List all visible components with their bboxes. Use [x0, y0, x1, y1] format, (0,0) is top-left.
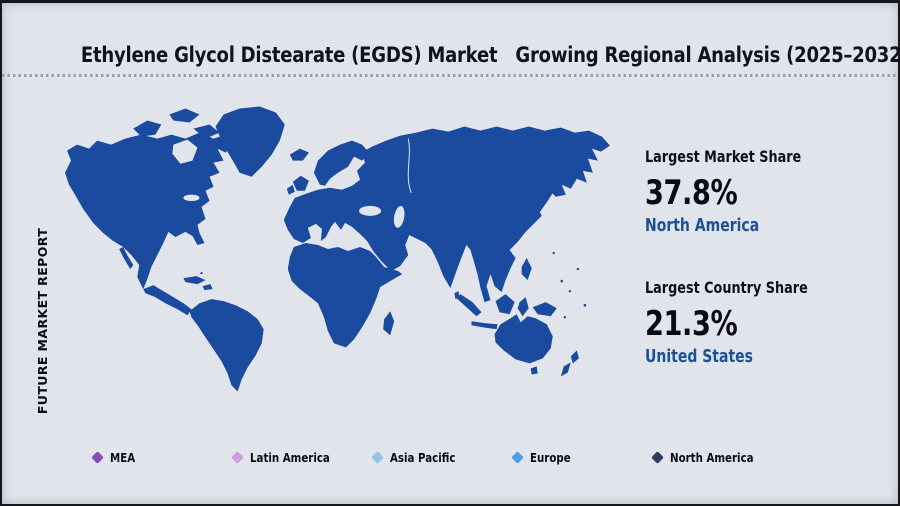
- madagascar: [383, 311, 395, 336]
- stat-region: United States: [645, 347, 753, 367]
- stat-label: Largest Country Share: [645, 278, 808, 297]
- brand-watermark: FUTURE MARKET REPORT: [35, 227, 50, 415]
- caribbean-islands: [183, 276, 213, 291]
- page-title: Ethylene Glycol Distearate (EGDS) Market…: [2, 43, 898, 68]
- stat-value: 21.3%: [645, 304, 738, 344]
- infographic-canvas: Ethylene Glycol Distearate (EGDS) Market…: [0, 0, 900, 506]
- legend-swatch: [91, 451, 104, 464]
- iceland: [289, 148, 309, 161]
- central-america: [143, 285, 192, 316]
- stats-panel: Largest Market Share 37.8% North America…: [645, 147, 895, 409]
- legend-item-north-america: North America: [651, 450, 772, 465]
- british-isles: [286, 175, 309, 195]
- stat-region: North America: [645, 216, 760, 236]
- baltic-sea: [346, 168, 356, 182]
- greenland: [215, 106, 285, 177]
- tasmania: [530, 366, 538, 375]
- stat-label: Largest Market Share: [645, 147, 802, 166]
- legend-label: MEA: [110, 450, 136, 465]
- legend-label: Europe: [530, 450, 571, 465]
- legend-label: North America: [670, 450, 754, 465]
- legend-swatch: [371, 451, 384, 464]
- stat-country-share: Largest Country Share 21.3% United State…: [645, 278, 895, 367]
- legend-item-mea: MEA: [91, 450, 141, 465]
- title-separator: [2, 74, 898, 77]
- page-title-text: Ethylene Glycol Distearate (EGDS) Market…: [80, 43, 900, 68]
- philippines: [521, 258, 532, 281]
- legend-item-asia-pacific: Asia Pacific: [371, 450, 470, 465]
- legend-label: Asia Pacific: [390, 450, 456, 465]
- new-zealand: [560, 350, 579, 377]
- continent-north-america: [65, 132, 233, 290]
- legend-item-latin-america: Latin America: [231, 450, 347, 465]
- legend-item-europe: Europe: [511, 450, 580, 465]
- world-map-svg: [65, 106, 610, 392]
- legend-swatch: [651, 451, 664, 464]
- stat-market-share: Largest Market Share 37.8% North America: [645, 147, 895, 236]
- great-lakes: [183, 194, 200, 202]
- arctic-islands: [133, 108, 220, 139]
- world-map: [63, 94, 621, 406]
- legend: MEA Latin America Asia Pacific Europe No…: [2, 450, 898, 468]
- legend-swatch: [231, 451, 244, 464]
- legend-label: Latin America: [250, 450, 330, 465]
- black-sea: [359, 205, 382, 216]
- legend-swatch: [511, 451, 524, 464]
- continent-south-america: [189, 299, 264, 392]
- stat-value: 37.8%: [645, 173, 738, 213]
- australia: [494, 314, 553, 364]
